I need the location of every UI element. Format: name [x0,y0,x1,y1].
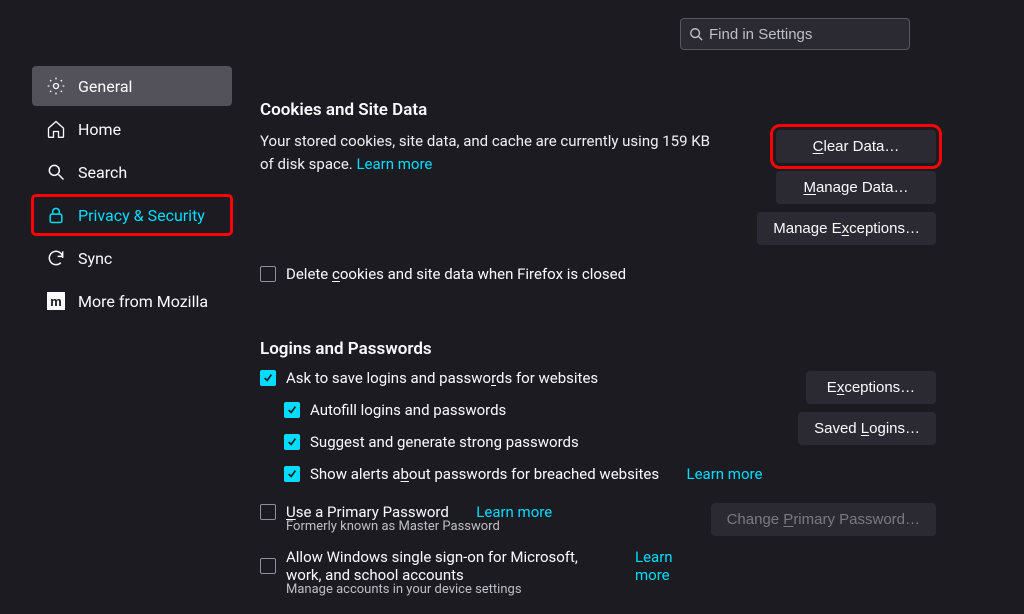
logins-exceptions-button[interactable]: Exceptions… [806,371,936,404]
suggest-passwords-label: Suggest and generate strong passwords [310,433,579,451]
sidebar-item-label: Privacy & Security [78,206,205,225]
mozilla-icon: m [46,291,66,311]
lock-icon [46,205,66,225]
saved-logins-button[interactable]: Saved Logins… [798,412,936,445]
breach-alerts-checkbox[interactable] [284,466,300,482]
windows-sso-learn-more-link[interactable]: Learn more [635,548,687,584]
manage-data-button[interactable]: Manage Data… [776,171,936,204]
sidebar-item-label: More from Mozilla [78,292,208,311]
gear-icon [46,76,66,96]
change-primary-password-button: Change Primary Password… [711,503,936,536]
section-title-logins: Logins and Passwords [260,339,936,359]
breach-alerts-label: Show alerts about passwords for breached… [310,465,659,483]
search-input[interactable] [709,26,901,43]
suggest-passwords-checkbox[interactable] [284,434,300,450]
sidebar-item-more-mozilla[interactable]: m More from Mozilla [32,281,232,321]
windows-sso-checkbox[interactable] [260,558,276,574]
section-title-cookies: Cookies and Site Data [260,100,936,120]
autofill-logins-checkbox[interactable] [284,402,300,418]
ask-save-logins-checkbox[interactable] [260,370,276,386]
windows-sso-label: Allow Windows single sign-on for Microso… [286,548,608,584]
sidebar-item-privacy-security[interactable]: Privacy & Security [32,195,232,235]
breach-alerts-learn-more-link[interactable]: Learn more [687,465,763,483]
sidebar-item-label: Home [78,120,121,139]
ask-save-logins-label: Ask to save logins and passwords for web… [286,369,598,387]
home-icon [46,119,66,139]
cookies-description: Your stored cookies, site data, and cach… [260,130,720,177]
search-icon [689,27,703,41]
delete-cookies-on-close-checkbox[interactable] [260,266,276,282]
primary-password-sublabel: Formerly known as Master Password [286,519,687,534]
sidebar-item-label: General [78,77,132,96]
cookies-learn-more-link[interactable]: Learn more [356,155,432,173]
search-input-container[interactable] [680,18,910,50]
autofill-logins-label: Autofill logins and passwords [310,401,506,419]
sidebar-item-search[interactable]: Search [32,152,232,192]
sidebar-item-label: Sync [78,249,112,268]
search-icon [46,162,66,182]
sidebar-item-home[interactable]: Home [32,109,232,149]
sync-icon [46,248,66,268]
svg-text:m: m [50,295,61,310]
sidebar-item-general[interactable]: General [32,66,232,106]
sidebar: General Home Search Privacy & Security [0,66,232,614]
sidebar-item-label: Search [78,163,127,182]
delete-cookies-on-close-label: Delete cookies and site data when Firefo… [286,265,626,283]
windows-sso-sublabel: Manage accounts in your device settings [286,582,687,597]
clear-data-button[interactable]: Clear Data… [776,130,936,163]
manage-exceptions-button[interactable]: Manage Exceptions… [757,212,936,245]
content: Cookies and Site Data Your stored cookie… [232,66,1024,614]
primary-password-checkbox[interactable] [260,504,276,520]
sidebar-item-sync[interactable]: Sync [32,238,232,278]
